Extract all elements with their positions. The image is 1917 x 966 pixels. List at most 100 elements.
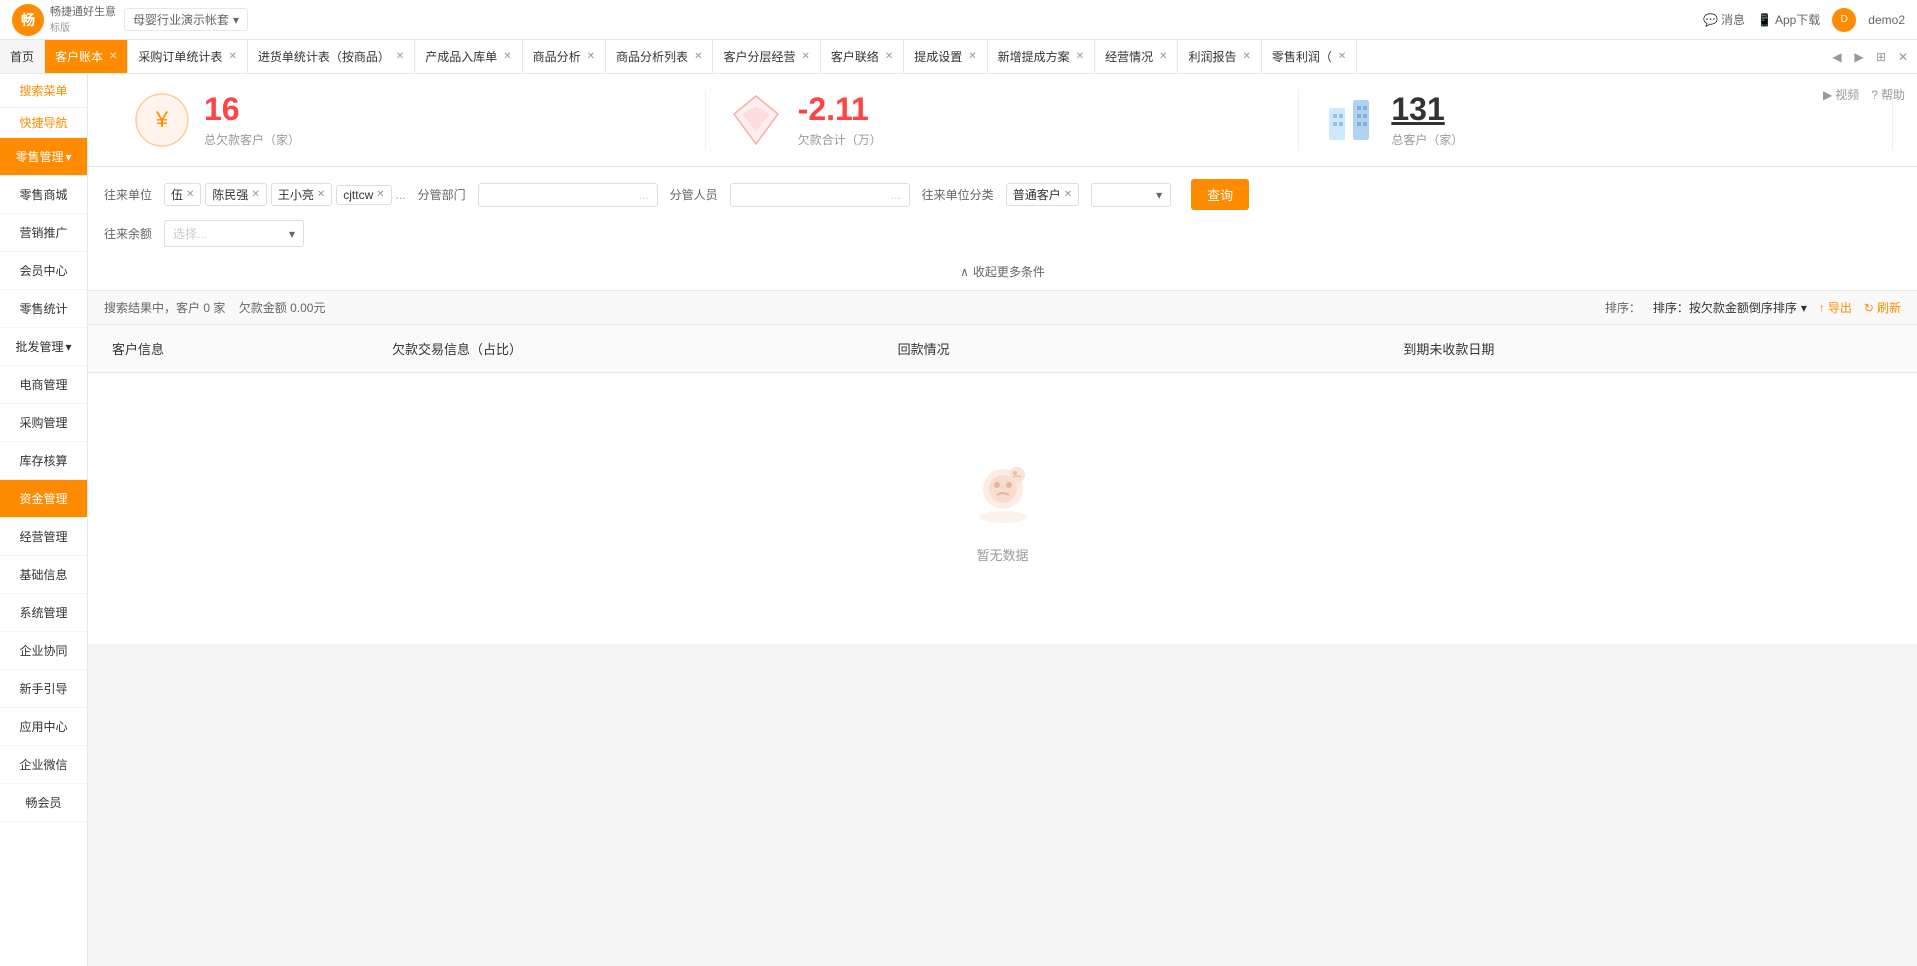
remove-tag-cjttcw[interactable]: ✕ <box>376 189 384 200</box>
sidebar-search[interactable]: 搜索菜单 <box>0 74 87 108</box>
tab-controls: ◀ ▶ ⊞ ✕ <box>1823 40 1917 73</box>
close-profit-report-tab[interactable]: ✕ <box>1243 51 1251 62</box>
remove-tag-wu[interactable]: ✕ <box>186 189 194 200</box>
filter-bar: 往来单位 伍 ✕ 陈民强 ✕ 王小亮 ✕ cjttcw <box>88 167 1917 291</box>
customer-book-tab-label: 客户账本 <box>55 48 103 65</box>
sidebar-item-inventory[interactable]: 库存核算 <box>0 442 87 480</box>
sidebar-item-enterprise-collab[interactable]: 企业协同 <box>0 632 87 670</box>
tab-product-in[interactable]: 产成品入库单 ✕ <box>415 40 522 73</box>
query-button[interactable]: 查询 <box>1191 179 1249 210</box>
sidebar-item-system-mgmt[interactable]: 系统管理 <box>0 594 87 632</box>
filter-person-label: 分管人员 <box>670 186 718 203</box>
close-purchase-order-tab[interactable]: ✕ <box>228 51 236 62</box>
tab-profit-report[interactable]: 利润报告 ✕ <box>1178 40 1261 73</box>
message-btn[interactable]: 💬 消息 <box>1703 11 1745 28</box>
filter-balance-select[interactable]: 选择... ▾ <box>164 220 304 247</box>
tab-goods-analysis-list[interactable]: 商品分析列表 ✕ <box>606 40 713 73</box>
close-customer-segment-tab[interactable]: ✕ <box>801 51 809 62</box>
sidebar-item-basic-info[interactable]: 基础信息 <box>0 556 87 594</box>
filter-collapse-btn[interactable]: ∧ 收起更多条件 <box>104 257 1901 290</box>
avatar[interactable]: D <box>1832 8 1856 32</box>
top-bar-right: 💬 消息 📱 App下载 D demo2 <box>1703 8 1905 32</box>
sidebar-item-wholesale-mgmt[interactable]: 批发管理▾ <box>0 328 87 366</box>
close-goods-analysis-tab[interactable]: ✕ <box>587 51 595 62</box>
stat-help: ▶ 视频 ? 帮助 <box>1823 86 1905 103</box>
filter-row-2: 往来余额 选择... ▾ <box>104 220 1901 247</box>
sidebar-item-purchase-mgmt[interactable]: 采购管理 <box>0 404 87 442</box>
sidebar-item-retail-stats[interactable]: 零售统计 <box>0 290 87 328</box>
sidebar-item-member-plus[interactable]: 畅会员 <box>0 784 87 822</box>
close-new-promote-tab[interactable]: ✕ <box>1076 51 1084 62</box>
sidebar-item-marketing[interactable]: 营销推广 <box>0 214 87 252</box>
filter-tag-common-customer: 普通客户 ✕ <box>1006 183 1079 206</box>
export-btn[interactable]: ↑ 导出 <box>1819 299 1852 316</box>
filter-category-select[interactable]: ▾ <box>1091 183 1171 207</box>
debit-customers-label: 总欠款客户（家） <box>204 131 300 148</box>
sidebar-item-enterprise-wechat[interactable]: 企业微信 <box>0 746 87 784</box>
logo-icon: 畅 <box>12 4 44 36</box>
tab-business-status[interactable]: 经营情况 ✕ <box>1095 40 1178 73</box>
stat-total-debit-customers: ¥ 16 总欠款客户（家） <box>112 90 706 150</box>
col-debit-info: 欠款交易信息（占比） <box>384 335 890 362</box>
debit-amount-value: -2.11 <box>798 92 882 127</box>
tab-purchase-stat[interactable]: 进货单统计表（按商品） ✕ <box>248 40 415 73</box>
tab-home[interactable]: 首页 <box>0 40 45 73</box>
filter-balance-label: 往来余额 <box>104 225 152 242</box>
sidebar-item-member-center[interactable]: 会员中心 <box>0 252 87 290</box>
close-customer-contact-tab[interactable]: ✕ <box>885 51 893 62</box>
filter-dept-select[interactable]: ... <box>478 183 658 207</box>
sidebar-item-retail-mall[interactable]: 零售商城 <box>0 176 87 214</box>
tab-purchase-order[interactable]: 采购订单统计表 ✕ <box>128 40 247 73</box>
coin-icon: ¥ <box>132 90 192 150</box>
filter-category-label: 往来单位分类 <box>922 186 994 203</box>
svg-text:¥: ¥ <box>155 107 169 132</box>
refresh-btn[interactable]: ↻ 刷新 <box>1864 299 1901 316</box>
result-bar: 搜索结果中，客户 0 家 欠款金额 0.00元 排序： 排序：按欠款金额倒序排序… <box>88 291 1917 325</box>
tab-expand-btn[interactable]: ⊞ <box>1871 47 1891 67</box>
stats-bar: ¥ 16 总欠款客户（家） -2.11 欠款合计（万 <box>88 74 1917 167</box>
remove-tag-wang[interactable]: ✕ <box>317 189 325 200</box>
close-business-status-tab[interactable]: ✕ <box>1159 51 1167 62</box>
tab-customer-segment[interactable]: 客户分层经营 ✕ <box>713 40 820 73</box>
tab-next-btn[interactable]: ▶ <box>1849 47 1869 67</box>
tab-new-promote[interactable]: 新增提成方案 ✕ <box>988 40 1095 73</box>
sidebar-quick-nav[interactable]: 快捷导航 <box>0 108 87 138</box>
tab-goods-analysis[interactable]: 商品分析 ✕ <box>523 40 606 73</box>
filter-row-1: 往来单位 伍 ✕ 陈民强 ✕ 王小亮 ✕ cjttcw <box>104 179 1901 210</box>
result-actions: 排序： 排序：按欠款金额倒序排序 ▾ ↑ 导出 ↻ 刷新 <box>1605 299 1901 316</box>
tab-customer-book[interactable]: 客户账本 ✕ <box>45 40 128 73</box>
tab-prev-btn[interactable]: ◀ <box>1827 47 1847 67</box>
sidebar-item-app-center[interactable]: 应用中心 <box>0 708 87 746</box>
tab-retail-profit[interactable]: 零售利润（ ✕ <box>1262 40 1357 73</box>
result-info: 搜索结果中，客户 0 家 欠款金额 0.00元 <box>104 299 325 316</box>
tab-customer-contact[interactable]: 客户联络 ✕ <box>821 40 904 73</box>
total-customers-value: 131 <box>1391 92 1463 127</box>
video-help-btn[interactable]: ▶ 视频 <box>1823 86 1859 103</box>
empty-state: 暂无数据 <box>88 373 1917 644</box>
help-btn[interactable]: ? 帮助 <box>1871 86 1905 103</box>
close-promote-settings-tab[interactable]: ✕ <box>968 51 976 62</box>
username: demo2 <box>1868 13 1905 27</box>
close-customer-book-tab[interactable]: ✕ <box>109 51 117 62</box>
app-download-btn[interactable]: 📱 App下载 <box>1757 11 1820 28</box>
close-product-in-tab[interactable]: ✕ <box>503 51 511 62</box>
account-selector[interactable]: 母婴行业演示帐套 ▾ <box>124 8 248 31</box>
tab-close-all-btn[interactable]: ✕ <box>1893 47 1913 67</box>
sidebar-item-capital-mgmt[interactable]: 资金管理 <box>0 480 87 518</box>
close-goods-analysis-list-tab[interactable]: ✕ <box>694 51 702 62</box>
close-retail-profit-tab[interactable]: ✕ <box>1338 51 1346 62</box>
close-purchase-stat-tab[interactable]: ✕ <box>396 51 404 62</box>
filter-person-select[interactable]: ... <box>730 183 910 207</box>
debit-customers-value: 16 <box>204 92 300 127</box>
remove-tag-common-customer[interactable]: ✕ <box>1064 189 1072 200</box>
sort-selector[interactable]: 排序：按欠款金额倒序排序 ▾ <box>1653 299 1807 316</box>
filter-tag-chen: 陈民强 ✕ <box>205 183 266 206</box>
remove-tag-chen[interactable]: ✕ <box>251 189 259 200</box>
sidebar-item-retail-mgmt[interactable]: 零售管理▾ <box>0 138 87 176</box>
tab-promote-settings[interactable]: 提成设置 ✕ <box>904 40 987 73</box>
stat-total-debit-amount: -2.11 欠款合计（万） <box>706 90 1300 150</box>
sidebar-item-new-guide[interactable]: 新手引导 <box>0 670 87 708</box>
sidebar-item-operation-mgmt[interactable]: 经营管理 <box>0 518 87 556</box>
filter-tags-more[interactable]: ... <box>396 188 406 202</box>
sidebar-item-ecommerce-mgmt[interactable]: 电商管理 <box>0 366 87 404</box>
